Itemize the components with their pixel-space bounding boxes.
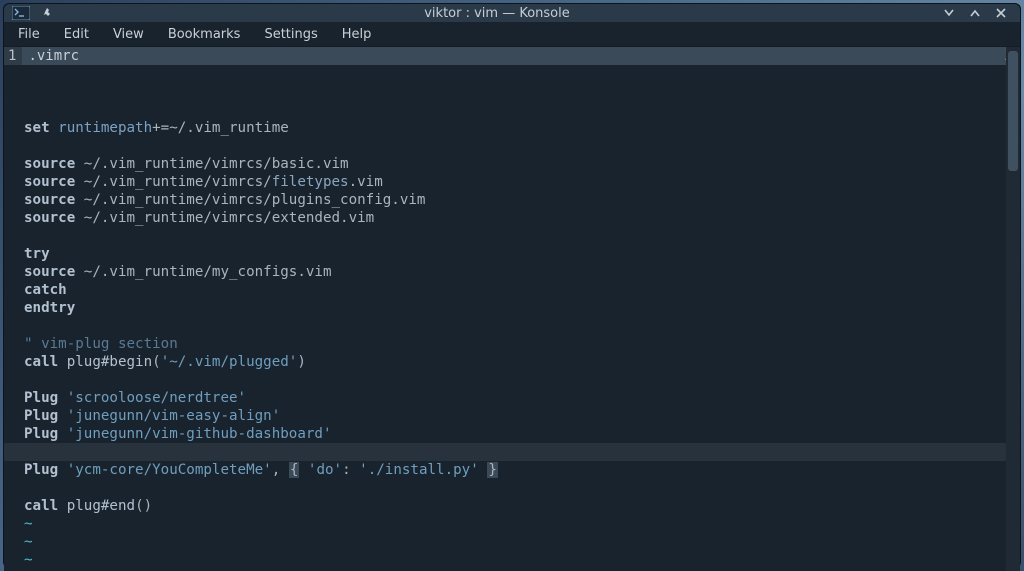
buffer-line: endtry [24,299,1020,317]
buffer-line [24,443,1020,461]
tab-index[interactable]: 1 [4,47,22,65]
buffer-line: set runtimepath+=~/.vim_runtime [24,119,1020,137]
empty-line-tilde: ~ [24,515,1020,533]
menu-help[interactable]: Help [332,23,382,46]
buffer-line: Plug 'junegunn/vim-github-dashboard' [24,425,1020,443]
tab-name[interactable]: .vimrc [22,47,85,65]
buffer-line [24,227,1020,245]
buffer-line: source ~/.vim_runtime/vimrcs/plugins_con… [24,191,1020,209]
buffer-line: source ~/.vim_runtime/my_configs.vim [24,263,1020,281]
close-button[interactable] [992,4,1010,22]
empty-line-tilde: ~ [24,533,1020,551]
konsole-app-icon [12,5,30,21]
buffer-line: Plug 'junegunn/vim-easy-align' [24,407,1020,425]
terminal-area[interactable]: 1 .vimrc X set runtimepath+=~/.vim_runti… [4,47,1020,571]
vim-editor[interactable]: set runtimepath+=~/.vim_runtime source ~… [4,65,1020,571]
maximize-button[interactable] [966,4,984,22]
menubar: File Edit View Bookmarks Settings Help [4,23,1020,47]
buffer-line: call plug#end() [24,497,1020,515]
menu-bookmarks[interactable]: Bookmarks [158,23,251,46]
buffer-line [24,317,1020,335]
buffer-line: " vim-plug section [24,335,1020,353]
menu-file[interactable]: File [8,23,50,46]
minimize-button[interactable] [940,4,958,22]
pin-icon[interactable] [40,6,54,20]
konsole-window: viktor : vim — Konsole File Edit View Bo… [3,3,1021,568]
buffer-line [24,137,1020,155]
buffer-line: Plug 'ycm-core/YouCompleteMe', { 'do': '… [24,461,1020,479]
buffer-line: source ~/.vim_runtime/vimrcs/basic.vim [24,155,1020,173]
buffer-line [24,479,1020,497]
tabline-spacer [85,47,998,65]
vim-tabline: 1 .vimrc X [4,47,1020,65]
menu-edit[interactable]: Edit [54,23,99,46]
menu-view[interactable]: View [103,23,154,46]
buffer-line: source ~/.vim_runtime/vimrcs/extended.vi… [24,209,1020,227]
buffer-content: set runtimepath+=~/.vim_runtime source ~… [24,119,1020,569]
window-title: viktor : vim — Konsole [54,6,940,21]
buffer-line: try [24,245,1020,263]
buffer-line: source ~/.vim_runtime/vimrcs/filetypes.v… [24,173,1020,191]
buffer-line [24,371,1020,389]
buffer-line: catch [24,281,1020,299]
buffer-line: call plug#begin('~/.vim/plugged') [24,353,1020,371]
titlebar[interactable]: viktor : vim — Konsole [4,4,1020,23]
buffer-line: Plug 'scrooloose/nerdtree' [24,389,1020,407]
menu-settings[interactable]: Settings [254,23,327,46]
empty-line-tilde: ~ [24,551,1020,569]
